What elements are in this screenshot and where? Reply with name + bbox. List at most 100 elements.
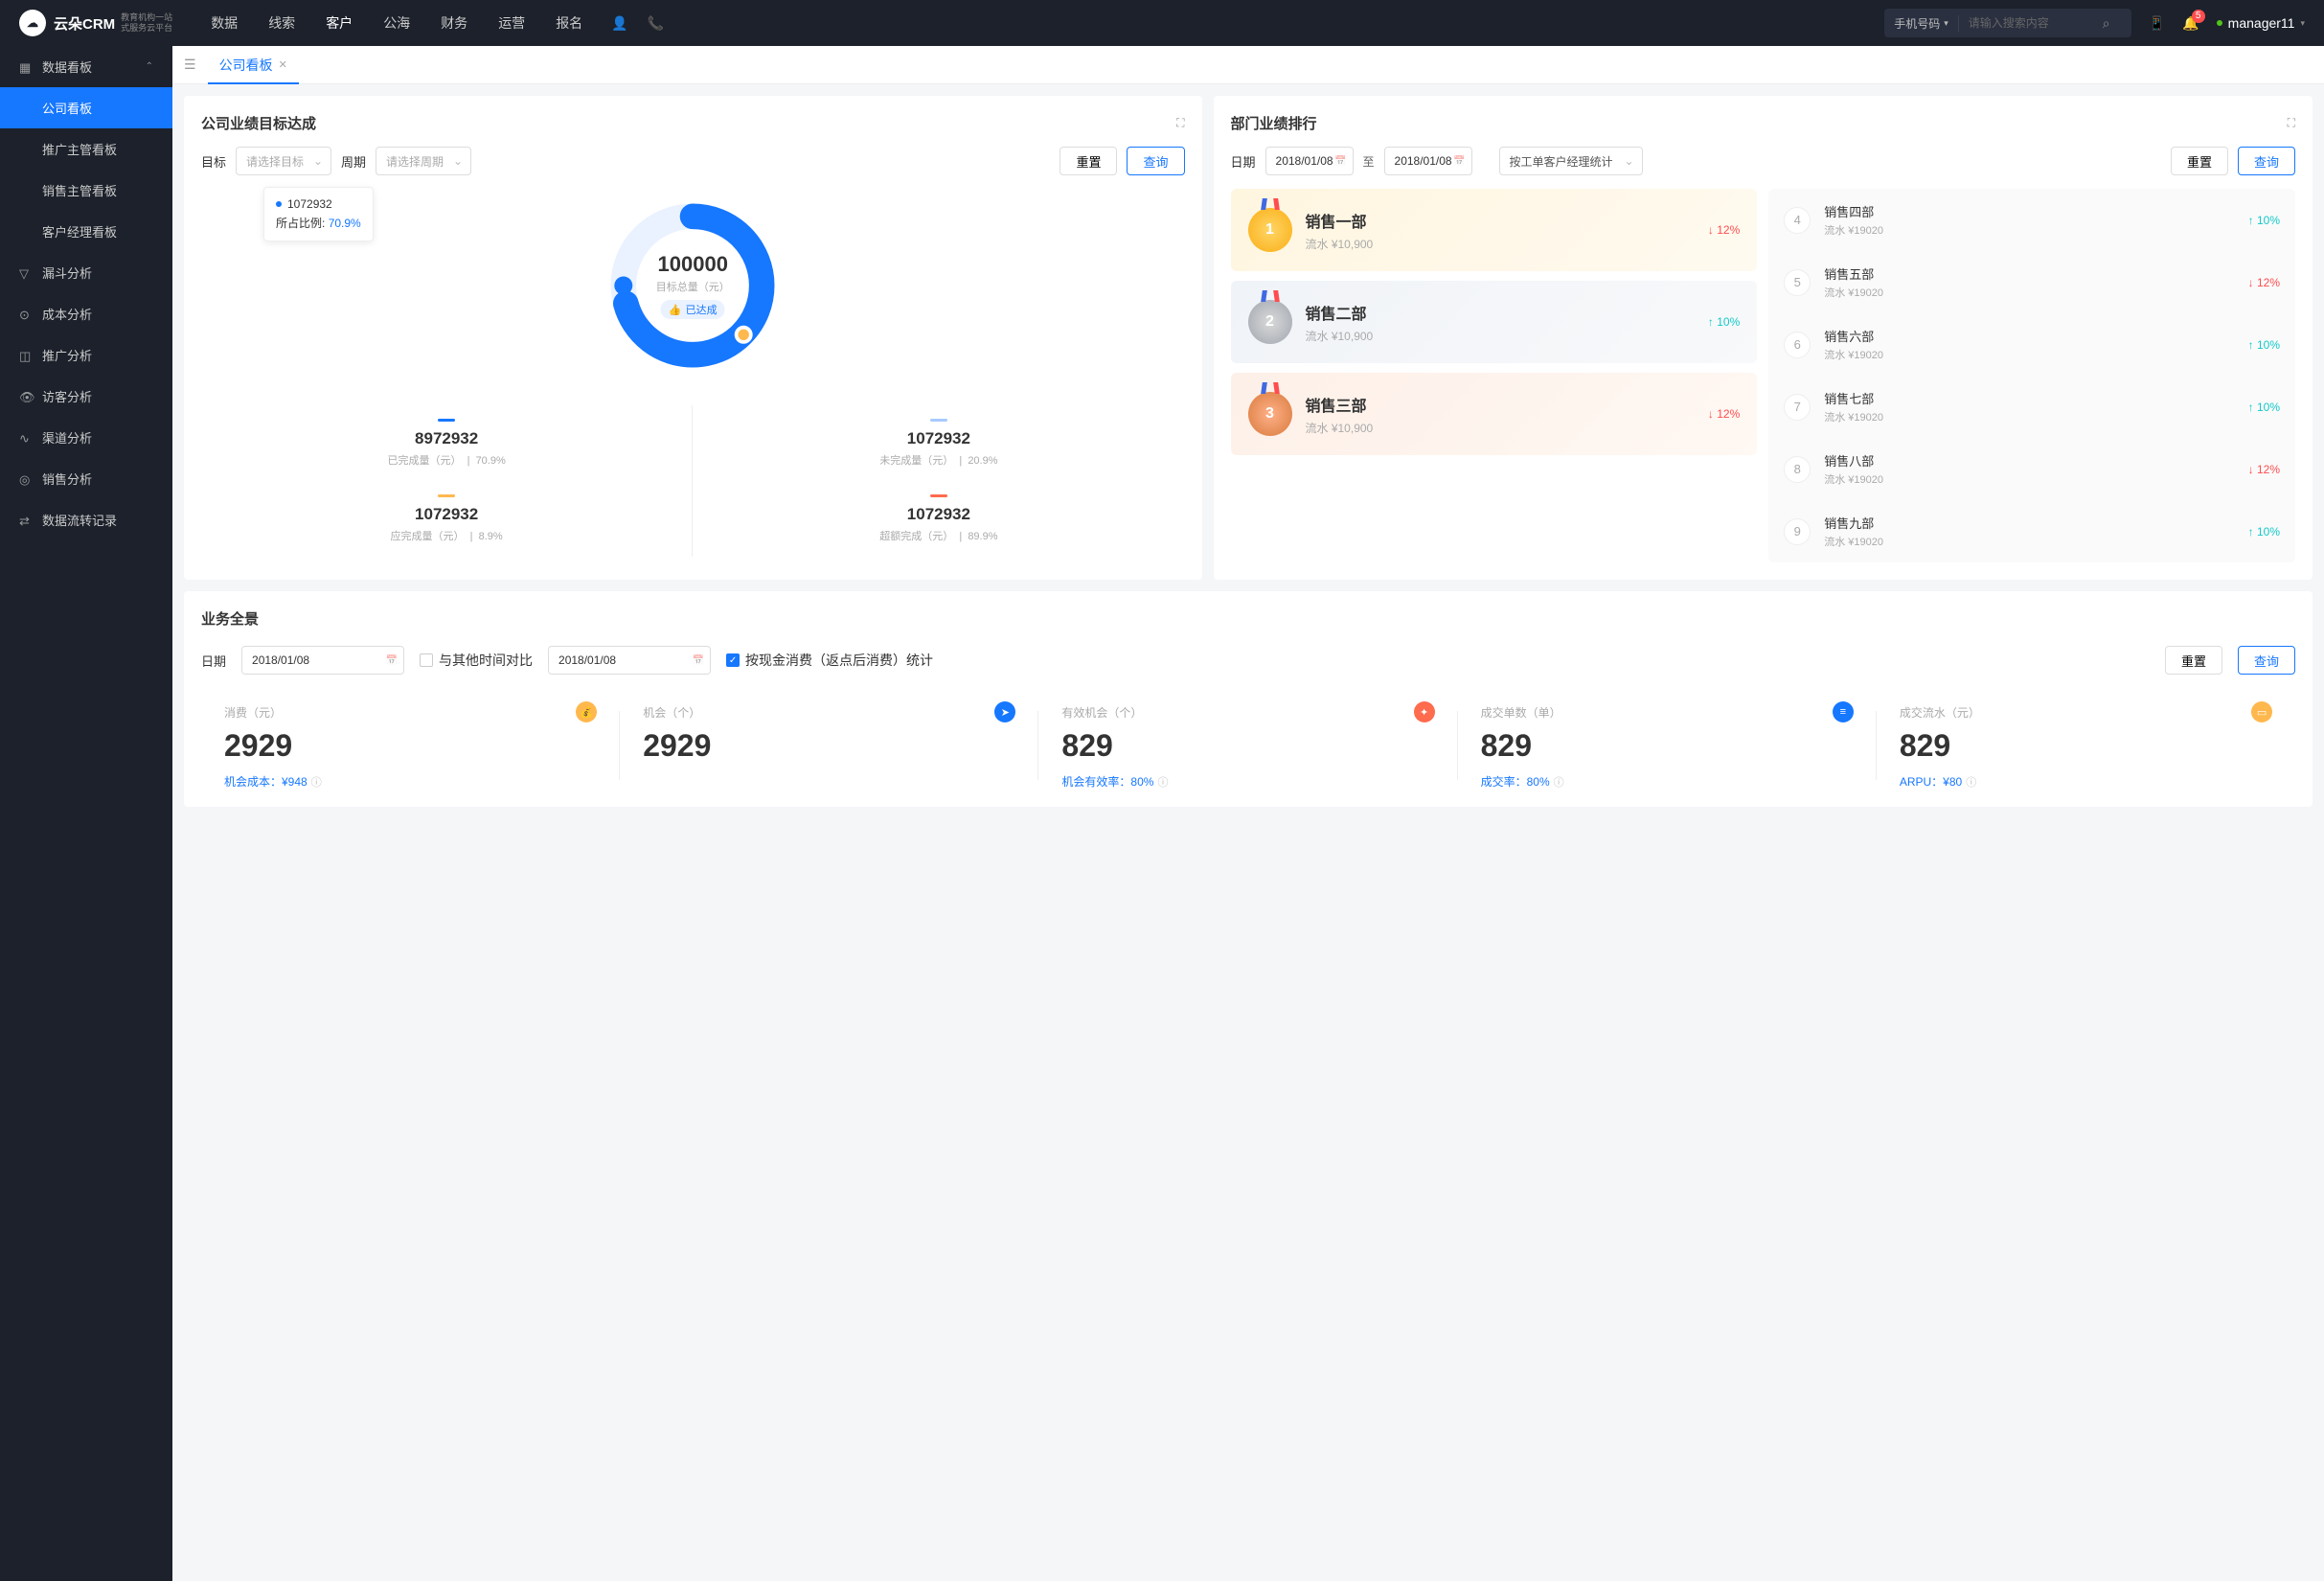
tab-bar: ☰ 公司看板 ✕	[172, 46, 2324, 84]
donut-chart: 100000 目标总量（元） 👍已达成	[602, 195, 784, 377]
help-icon[interactable]: ⓘ	[311, 774, 322, 790]
nav-item-5[interactable]: 运营	[498, 13, 525, 33]
sidebar-item[interactable]: ▽漏斗分析	[0, 252, 172, 293]
tab-current[interactable]: 公司看板 ✕	[208, 46, 299, 84]
rank-row[interactable]: 9销售九部流水 ¥19020↑ 10%	[1768, 500, 2295, 562]
stat-bar-icon	[438, 419, 455, 422]
rank-number: 8	[1784, 456, 1811, 483]
medal-icon: 2	[1248, 300, 1292, 344]
period-label: 周期	[341, 152, 366, 171]
rank-row[interactable]: 8销售八部流水 ¥19020↓ 12%	[1768, 438, 2295, 500]
cash-checkbox[interactable]: ✓	[726, 653, 740, 667]
bell-icon[interactable]: 🔔5	[2182, 15, 2199, 32]
kpi-icon: ✦	[1414, 701, 1435, 722]
search-input[interactable]	[1959, 16, 2103, 30]
stat-bar-icon	[930, 494, 947, 497]
help-icon[interactable]: ⓘ	[1966, 774, 1976, 790]
donut-value: 100000	[656, 252, 730, 277]
kpi-item: 成交流水（元）▭829ARPU：¥80 ⓘ	[1877, 701, 2295, 790]
sidebar-item[interactable]: 推广主管看板	[0, 128, 172, 170]
menu-icon: ∿	[19, 431, 33, 445]
stat-item: 8972932已完成量（元） | 70.9%	[201, 405, 693, 481]
target-title: 公司业绩目标达成	[201, 113, 316, 133]
percent-change: ↓ 12%	[1708, 407, 1740, 421]
search-type-select[interactable]: 手机号码▾	[1884, 15, 1959, 32]
chart-tooltip: 1072932 所占比例: 70.9%	[263, 187, 374, 241]
help-icon[interactable]: ⓘ	[1157, 774, 1168, 790]
ranking-by-select[interactable]: 按工单客户经理统计	[1499, 147, 1643, 175]
close-icon[interactable]: ✕	[279, 58, 287, 71]
date-to-input[interactable]: 2018/01/08	[1384, 147, 1472, 175]
sidebar-item[interactable]: 公司看板	[0, 87, 172, 128]
nav-item-6[interactable]: 报名	[556, 13, 582, 33]
sidebar-item[interactable]: ◎销售分析	[0, 458, 172, 499]
stat-bar-icon	[930, 419, 947, 422]
expand-icon[interactable]: ⛶	[1176, 116, 1184, 130]
sidebar-item[interactable]: ∿渠道分析	[0, 417, 172, 458]
nav-item-1[interactable]: 线索	[268, 13, 295, 33]
nav-item-3[interactable]: 公海	[383, 13, 410, 33]
target-select[interactable]: 请选择目标	[236, 147, 331, 175]
search-icon[interactable]: ⌕	[2103, 15, 2131, 32]
sidebar: ▦数据看板 ⌃ 公司看板推广主管看板销售主管看板客户经理看板 ▽漏斗分析⊙成本分…	[0, 46, 172, 1581]
sidebar-item[interactable]: 客户经理看板	[0, 211, 172, 252]
tooltip-dot-icon	[276, 201, 282, 207]
query-button[interactable]: 查询	[1127, 147, 1184, 175]
logo[interactable]: ☁ 云朵CRM 教育机构一站 式服务云平台	[19, 10, 172, 36]
panorama-date2-input[interactable]: 2018/01/08	[548, 646, 711, 675]
menu-icon: ◎	[19, 472, 33, 486]
main-content: ☰ 公司看板 ✕ 公司业绩目标达成 ⛶ 目标 请选择目标 周期 请选择周期	[172, 46, 2324, 1581]
rank-row[interactable]: 6销售六部流水 ¥19020↑ 10%	[1768, 313, 2295, 376]
hamburger-icon[interactable]: ☰	[184, 57, 196, 73]
sidebar-item[interactable]: ⊙成本分析	[0, 293, 172, 334]
sidebar-item[interactable]: ◫推广分析	[0, 334, 172, 376]
reset-button[interactable]: 重置	[1059, 147, 1117, 175]
panorama-title: 业务全景	[201, 608, 2295, 629]
nav-item-4[interactable]: 财务	[441, 13, 467, 33]
help-icon[interactable]: ⓘ	[1554, 774, 1564, 790]
phone-icon[interactable]: 📞	[648, 15, 664, 32]
sidebar-item[interactable]: 👁访客分析	[0, 376, 172, 417]
brand-name: 云朵CRM	[54, 13, 115, 34]
reset-button[interactable]: 重置	[2171, 147, 2228, 175]
date-label: 日期	[1231, 152, 1256, 171]
rank-card[interactable]: 1销售一部流水 ¥10,900↓ 12%	[1231, 189, 1758, 271]
username: manager11	[2228, 15, 2295, 31]
query-button[interactable]: 查询	[2238, 147, 2295, 175]
kpi-item: 有效机会（个）✦829机会有效率：80% ⓘ	[1038, 701, 1457, 790]
kpi-icon: 💰	[576, 701, 597, 722]
rank-row[interactable]: 5销售五部流水 ¥19020↓ 12%	[1768, 251, 2295, 313]
stat-item: 1072932未完成量（元） | 20.9%	[693, 405, 1184, 481]
percent-change: ↑ 10%	[2248, 401, 2280, 414]
dashboard-icon: ▦	[19, 60, 33, 74]
rank-row[interactable]: 7销售七部流水 ¥19020↑ 10%	[1768, 376, 2295, 438]
percent-change: ↑ 10%	[2248, 525, 2280, 538]
compare-checkbox[interactable]	[420, 653, 433, 667]
brand-subtitle: 教育机构一站 式服务云平台	[121, 12, 172, 34]
rank-card[interactable]: 2销售二部流水 ¥10,900↑ 10%	[1231, 281, 1758, 363]
nav-items: 数据 线索 客户 公海 财务 运营 报名	[211, 13, 582, 33]
sidebar-item[interactable]: 销售主管看板	[0, 170, 172, 211]
kpi-icon: ▭	[2251, 701, 2272, 722]
user-icon[interactable]: 👤	[611, 15, 627, 32]
rank-row[interactable]: 4销售四部流水 ¥19020↑ 10%	[1768, 189, 2295, 251]
nav-item-2[interactable]: 客户	[326, 13, 353, 33]
expand-icon[interactable]: ⛶	[2288, 116, 2295, 130]
period-select[interactable]: 请选择周期	[376, 147, 471, 175]
panorama-date1-input[interactable]: 2018/01/08	[241, 646, 404, 675]
mobile-icon[interactable]: 📱	[2149, 15, 2165, 32]
reset-button[interactable]: 重置	[2165, 646, 2222, 675]
logo-icon: ☁	[19, 10, 46, 36]
sidebar-group-header[interactable]: ▦数据看板 ⌃	[0, 46, 172, 87]
nav-item-0[interactable]: 数据	[211, 13, 238, 33]
rank-card[interactable]: 3销售三部流水 ¥10,900↓ 12%	[1231, 373, 1758, 455]
donut-label: 目标总量（元）	[656, 279, 730, 294]
query-button[interactable]: 查询	[2238, 646, 2295, 675]
menu-icon: 👁	[19, 390, 33, 403]
sidebar-item[interactable]: ⇄数据流转记录	[0, 499, 172, 540]
percent-change: ↑ 10%	[2248, 214, 2280, 227]
date-from-input[interactable]: 2018/01/08	[1265, 147, 1354, 175]
percent-change: ↓ 12%	[2248, 276, 2280, 289]
card-ranking: 部门业绩排行 ⛶ 日期 2018/01/08 至 2018/01/08 按工单客…	[1214, 96, 2313, 580]
user-menu[interactable]: manager11 ▾	[2217, 15, 2305, 31]
